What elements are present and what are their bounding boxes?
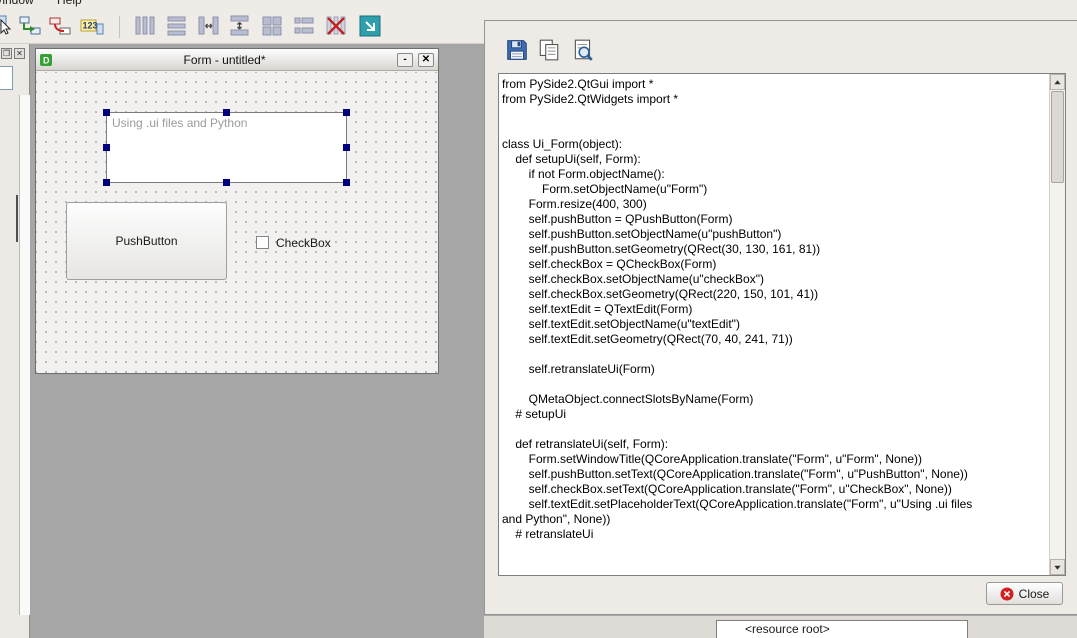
- designer-form-icon: D: [40, 54, 52, 66]
- left-dock-fragment: ❐ ✕: [0, 44, 30, 638]
- checkbox-widget[interactable]: CheckBox: [256, 222, 357, 263]
- selection-handle[interactable]: [103, 144, 110, 151]
- break-layout-icon[interactable]: [324, 14, 348, 38]
- layout-form-icon[interactable]: [292, 14, 316, 38]
- selection-handle[interactable]: [343, 144, 350, 151]
- edit-signals-slots-icon[interactable]: [18, 14, 42, 38]
- textedit-placeholder: Using .ui files and Python: [112, 116, 247, 130]
- menu-window[interactable]: Window: [0, 0, 34, 7]
- save-icon[interactable]: [505, 38, 529, 62]
- code-scrollbar[interactable]: [1049, 74, 1065, 575]
- close-dialog-button[interactable]: Close: [986, 582, 1063, 605]
- checkbox-label: CheckBox: [276, 236, 331, 250]
- form-canvas[interactable]: Using .ui files and Python PushButton Ch…: [36, 72, 438, 373]
- form-window-title: Form - untitled*: [57, 53, 392, 67]
- menubar: Window Help: [0, 0, 1077, 8]
- code-text[interactable]: from PySide2.QtGui import * from PySide2…: [502, 77, 1045, 572]
- selection-handle[interactable]: [343, 179, 350, 186]
- layout-vertical-splitter-icon[interactable]: [228, 14, 252, 38]
- menu-help[interactable]: Help: [57, 0, 82, 7]
- selection-handle[interactable]: [103, 109, 110, 116]
- dock-close-icon[interactable]: ✕: [14, 48, 25, 59]
- code-preview-dialog: from PySide2.QtGui import * from PySide2…: [484, 20, 1077, 615]
- pushbutton-widget[interactable]: PushButton: [66, 202, 227, 280]
- resource-root-label: <resource root>: [745, 622, 830, 636]
- close-window-button[interactable]: ✕: [418, 53, 434, 67]
- copy-icon[interactable]: [537, 38, 561, 62]
- qt-designer-screen: Window Help 123: [0, 0, 1077, 638]
- layout-horizontal-icon[interactable]: [133, 14, 157, 38]
- resource-browser[interactable]: <resource root>: [716, 620, 968, 638]
- toolbar-separator: [119, 16, 120, 38]
- selection-handle[interactable]: [103, 179, 110, 186]
- widget-box-list[interactable]: [19, 95, 30, 615]
- close-circle-icon: [1000, 587, 1014, 601]
- svg-text:D: D: [43, 55, 50, 65]
- form-window-titlebar[interactable]: D Form - untitled* - ✕: [36, 49, 438, 71]
- find-icon[interactable]: [571, 38, 595, 62]
- edit-widgets-icon[interactable]: [0, 14, 15, 38]
- dock-float-icon[interactable]: ❐: [1, 48, 12, 59]
- layout-grid-icon[interactable]: [260, 14, 284, 38]
- adjust-size-icon[interactable]: [358, 14, 382, 38]
- dock-scrollbar[interactable]: [16, 195, 18, 242]
- layout-vertical-icon[interactable]: [165, 14, 189, 38]
- code-view[interactable]: from PySide2.QtGui import * from PySide2…: [498, 73, 1066, 576]
- selection-handle[interactable]: [343, 109, 350, 116]
- form-editor-window: D Form - untitled* - ✕ Using .ui files a…: [35, 48, 439, 374]
- selection-handle[interactable]: [223, 109, 230, 116]
- edit-buddies-icon[interactable]: [48, 14, 72, 38]
- minimize-button[interactable]: -: [397, 53, 413, 67]
- checkbox-box[interactable]: [256, 236, 269, 249]
- scrollbar-thumb[interactable]: [1051, 91, 1064, 183]
- edit-tab-order-icon[interactable]: 123: [80, 14, 104, 38]
- widget-filter-input[interactable]: [0, 66, 13, 90]
- layout-horizontal-splitter-icon[interactable]: [197, 14, 221, 38]
- close-button-label: Close: [1019, 587, 1050, 601]
- textedit-widget[interactable]: Using .ui files and Python: [106, 112, 347, 183]
- selection-handle[interactable]: [223, 179, 230, 186]
- svg-text:123: 123: [83, 21, 98, 31]
- scroll-up-icon[interactable]: [1050, 74, 1065, 90]
- scroll-down-icon[interactable]: [1050, 559, 1065, 575]
